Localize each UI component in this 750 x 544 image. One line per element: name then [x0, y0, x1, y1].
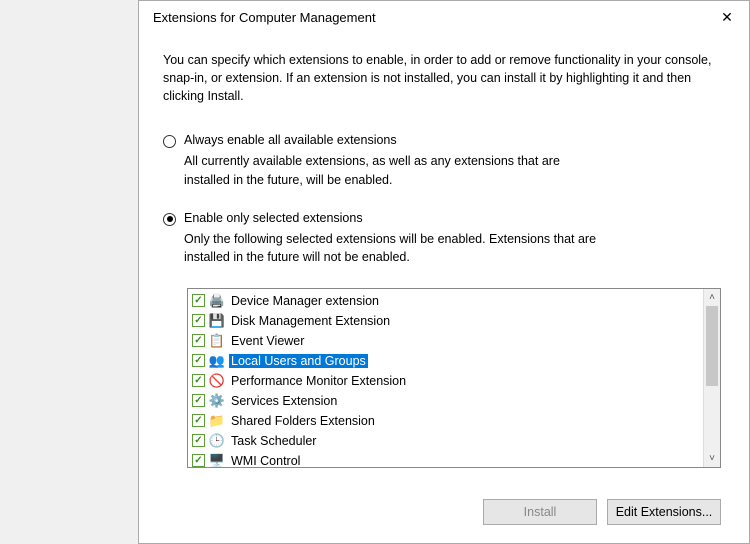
list-item[interactable]: 🖥️ WMI Control	[188, 451, 703, 467]
extensions-listbox: 🖨️ Device Manager extension 💾 Disk Manageme…	[187, 288, 721, 468]
list-item[interactable]: 💾 Disk Management Extension	[188, 311, 703, 331]
item-icon: 📁	[209, 413, 225, 429]
item-label: WMI Control	[229, 454, 302, 467]
option-all-row[interactable]: Always enable all available extensions	[163, 133, 725, 148]
item-checkbox[interactable]	[192, 434, 205, 447]
list-item[interactable]: 🖨️ Device Manager extension	[188, 291, 703, 311]
list-items[interactable]: 🖨️ Device Manager extension 💾 Disk Manageme…	[188, 289, 703, 467]
list-item[interactable]: 👥 Local Users and Groups	[188, 351, 703, 371]
edit-extensions-button[interactable]: Edit Extensions...	[607, 499, 721, 525]
item-icon: 🚫	[209, 373, 225, 389]
item-checkbox[interactable]	[192, 294, 205, 307]
dialog-title: Extensions for Computer Management	[153, 10, 376, 25]
list-item[interactable]: 📁 Shared Folders Extension	[188, 411, 703, 431]
item-icon: 🕒	[209, 433, 225, 449]
item-icon: 📋	[209, 333, 225, 349]
option-all-desc: All currently available extensions, as w…	[184, 152, 604, 188]
scroll-down-icon[interactable]: ˅	[704, 450, 720, 467]
item-label: Services Extension	[229, 394, 339, 408]
titlebar: Extensions for Computer Management ✕	[139, 1, 749, 33]
item-label: Event Viewer	[229, 334, 306, 348]
list-item[interactable]: 🕒 Task Scheduler	[188, 431, 703, 451]
scrollbar[interactable]: ˄ ˅	[703, 289, 720, 467]
item-icon: 🖨️	[209, 293, 225, 309]
list-item[interactable]: ⚙️ Services Extension	[188, 391, 703, 411]
item-icon: ⚙️	[209, 393, 225, 409]
install-button[interactable]: Install	[483, 499, 597, 525]
radio-all[interactable]	[163, 135, 176, 148]
scroll-up-icon[interactable]: ˄	[704, 289, 720, 306]
item-label: Performance Monitor Extension	[229, 374, 408, 388]
extensions-dialog: Extensions for Computer Management ✕ You…	[138, 0, 750, 544]
item-checkbox[interactable]	[192, 394, 205, 407]
list-item[interactable]: 📋 Event Viewer	[188, 331, 703, 351]
item-checkbox[interactable]	[192, 354, 205, 367]
item-checkbox[interactable]	[192, 414, 205, 427]
list-item[interactable]: 🚫 Performance Monitor Extension	[188, 371, 703, 391]
option-selected-row[interactable]: Enable only selected extensions	[163, 211, 725, 226]
scroll-track[interactable]	[704, 306, 720, 450]
listbox-frame: 🖨️ Device Manager extension 💾 Disk Manageme…	[187, 288, 721, 468]
item-checkbox[interactable]	[192, 374, 205, 387]
item-label: Local Users and Groups	[229, 354, 368, 368]
button-row: Install Edit Extensions...	[139, 485, 749, 543]
item-label: Device Manager extension	[229, 294, 381, 308]
radio-selected[interactable]	[163, 213, 176, 226]
intro-text: You can specify which extensions to enab…	[163, 51, 725, 105]
item-icon: 👥	[209, 353, 225, 369]
dialog-content: You can specify which extensions to enab…	[139, 33, 749, 485]
close-icon[interactable]: ✕	[705, 2, 749, 32]
option-all-label: Always enable all available extensions	[184, 133, 397, 147]
item-checkbox[interactable]	[192, 334, 205, 347]
item-label: Shared Folders Extension	[229, 414, 377, 428]
item-icon: 🖥️	[209, 453, 225, 467]
item-label: Task Scheduler	[229, 434, 318, 448]
option-selected-label: Enable only selected extensions	[184, 211, 363, 225]
item-label: Disk Management Extension	[229, 314, 392, 328]
item-icon: 💾	[209, 313, 225, 329]
scroll-thumb[interactable]	[706, 306, 718, 386]
option-selected-desc: Only the following selected extensions w…	[184, 230, 604, 266]
item-checkbox[interactable]	[192, 314, 205, 327]
item-checkbox[interactable]	[192, 454, 205, 467]
